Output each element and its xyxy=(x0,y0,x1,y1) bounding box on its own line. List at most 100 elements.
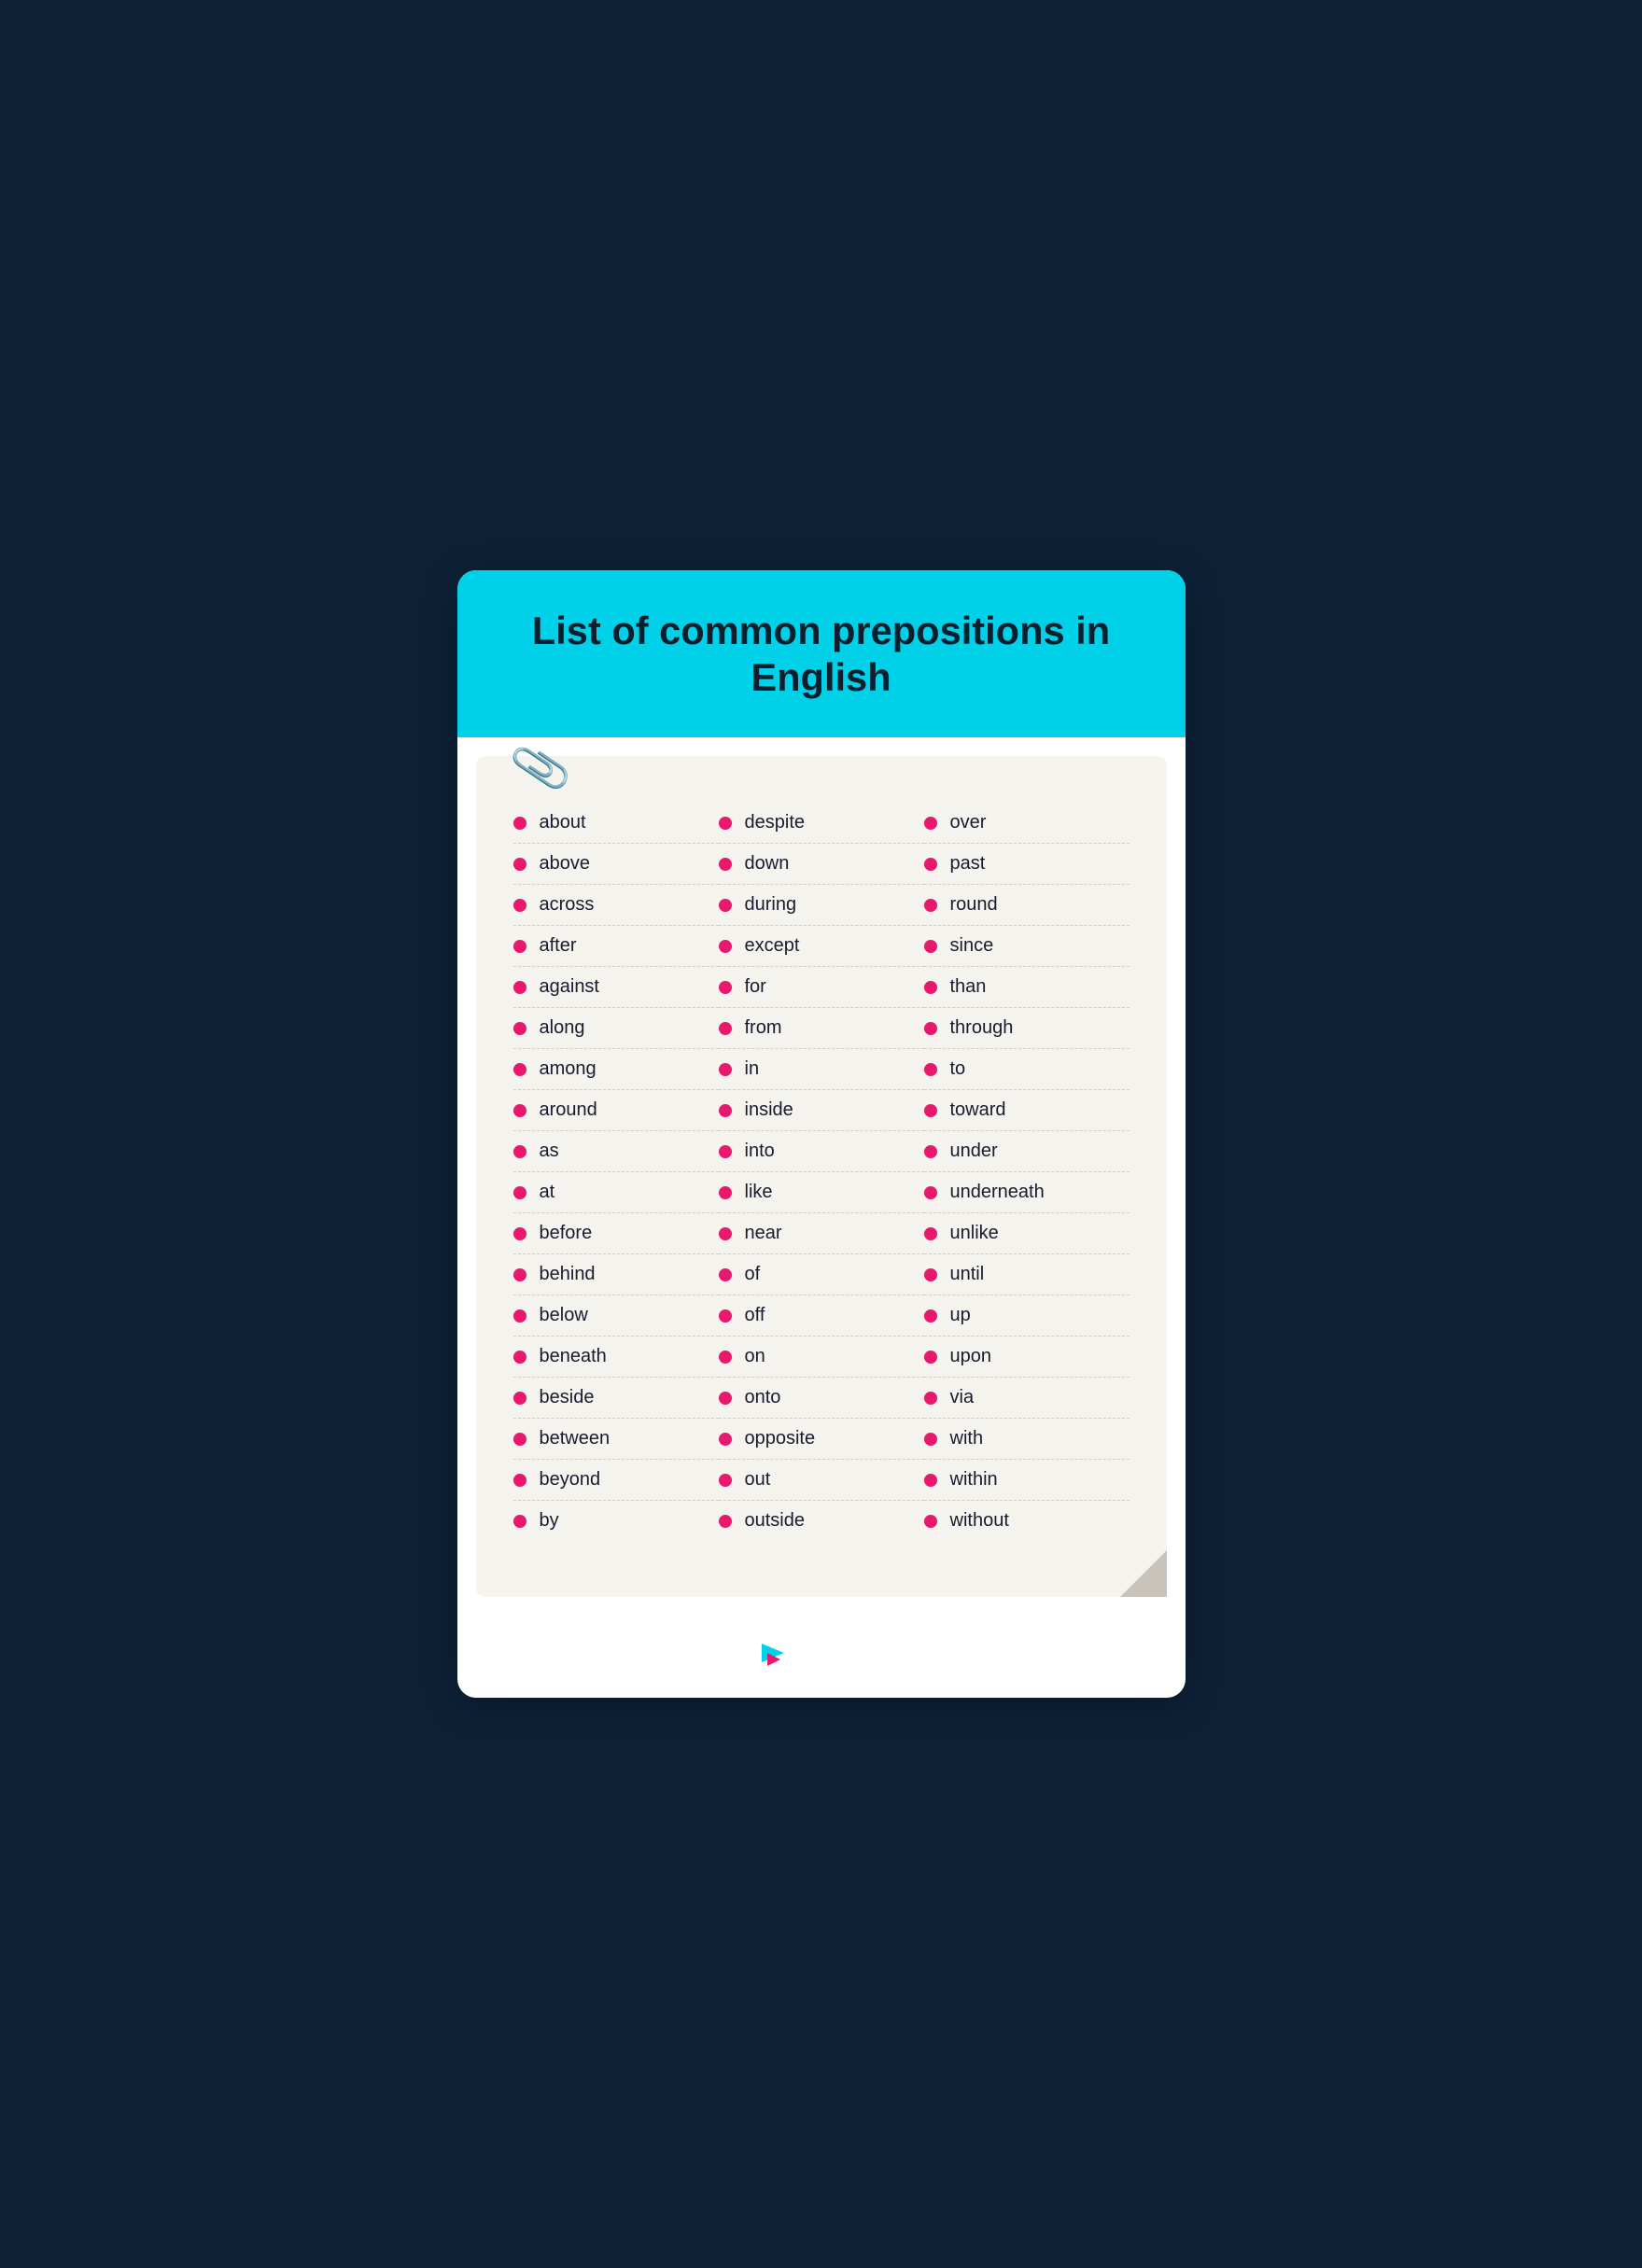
list-item: down xyxy=(719,844,924,885)
list-item: despite xyxy=(719,803,924,844)
bullet-icon xyxy=(513,981,526,994)
list-item: in xyxy=(719,1049,924,1090)
paperclip-icon: 📎 xyxy=(508,740,573,798)
list-item: after xyxy=(513,926,719,967)
bullet-icon xyxy=(924,1063,937,1076)
bullet-icon xyxy=(513,1392,526,1405)
preposition-word: with xyxy=(950,1428,984,1449)
bullet-icon xyxy=(513,899,526,912)
preposition-word: against xyxy=(540,976,600,998)
preposition-word: until xyxy=(950,1264,985,1285)
preposition-word: into xyxy=(745,1141,775,1162)
bullet-icon xyxy=(924,1474,937,1487)
bullet-icon xyxy=(513,940,526,953)
preposition-word: via xyxy=(950,1387,975,1408)
bullet-icon xyxy=(719,1351,732,1364)
preposition-word: under xyxy=(950,1141,998,1162)
bullet-icon xyxy=(513,1309,526,1323)
bullet-icon xyxy=(719,940,732,953)
list-item: under xyxy=(924,1131,1130,1172)
preposition-word: toward xyxy=(950,1099,1006,1121)
bullet-icon xyxy=(924,817,937,830)
card-header: List of common prepositions in English xyxy=(457,570,1186,738)
preposition-word: between xyxy=(540,1428,610,1449)
preply-logo-icon xyxy=(758,1638,792,1672)
list-item: against xyxy=(513,967,719,1008)
column-2: despitedownduringexceptforfromininsidein… xyxy=(719,803,924,1541)
bullet-icon xyxy=(513,1515,526,1528)
bullet-icon xyxy=(719,1186,732,1199)
preposition-word: past xyxy=(950,853,986,875)
preposition-word: after xyxy=(540,935,577,957)
bullet-icon xyxy=(513,817,526,830)
preposition-word: through xyxy=(950,1017,1014,1039)
preposition-word: around xyxy=(540,1099,597,1121)
list-item: before xyxy=(513,1213,719,1254)
preposition-word: like xyxy=(745,1182,773,1203)
bullet-icon xyxy=(719,899,732,912)
column-1: aboutaboveacrossafteragainstalongamongar… xyxy=(513,803,719,1541)
preposition-word: below xyxy=(540,1305,588,1326)
preposition-word: by xyxy=(540,1510,559,1532)
preposition-word: without xyxy=(950,1510,1009,1532)
bullet-icon xyxy=(719,1309,732,1323)
preposition-word: beside xyxy=(540,1387,595,1408)
list-item: across xyxy=(513,885,719,926)
preposition-word: about xyxy=(540,812,586,833)
list-item: between xyxy=(513,1419,719,1460)
bullet-icon xyxy=(513,858,526,871)
list-item: within xyxy=(924,1460,1130,1501)
list-item: outside xyxy=(719,1501,924,1541)
bullet-icon xyxy=(513,1227,526,1240)
bullet-icon xyxy=(513,1063,526,1076)
list-item: near xyxy=(719,1213,924,1254)
list-item: for xyxy=(719,967,924,1008)
preposition-word: upon xyxy=(950,1346,992,1367)
list-item: into xyxy=(719,1131,924,1172)
list-item: at xyxy=(513,1172,719,1213)
bullet-icon xyxy=(719,1433,732,1446)
preposition-word: down xyxy=(745,853,790,875)
preposition-word: near xyxy=(745,1223,782,1244)
bullet-icon xyxy=(513,1186,526,1199)
list-item: up xyxy=(924,1295,1130,1337)
bullet-icon xyxy=(719,858,732,871)
list-item: without xyxy=(924,1501,1130,1541)
list-item: inside xyxy=(719,1090,924,1131)
list-item: on xyxy=(719,1337,924,1378)
preposition-word: underneath xyxy=(950,1182,1045,1203)
preposition-word: among xyxy=(540,1058,596,1080)
bullet-icon xyxy=(513,1268,526,1281)
list-item: toward xyxy=(924,1090,1130,1131)
preposition-word: unlike xyxy=(950,1223,999,1244)
list-item: about xyxy=(513,803,719,844)
preposition-word: behind xyxy=(540,1264,596,1285)
list-item: except xyxy=(719,926,924,967)
preposition-word: beneath xyxy=(540,1346,607,1367)
preposition-word: out xyxy=(745,1469,771,1491)
preply-logo-text: preply xyxy=(801,1640,884,1671)
list-item: round xyxy=(924,885,1130,926)
bullet-icon xyxy=(924,1227,937,1240)
list-item: during xyxy=(719,885,924,926)
list-item: until xyxy=(924,1254,1130,1295)
preposition-word: above xyxy=(540,853,591,875)
list-item: among xyxy=(513,1049,719,1090)
list-item: like xyxy=(719,1172,924,1213)
preposition-word: since xyxy=(950,935,994,957)
list-item: around xyxy=(513,1090,719,1131)
preposition-word: over xyxy=(950,812,987,833)
bullet-icon xyxy=(513,1022,526,1035)
bullet-icon xyxy=(719,1227,732,1240)
bullet-icon xyxy=(719,817,732,830)
list-item: by xyxy=(513,1501,719,1541)
bullet-icon xyxy=(719,981,732,994)
list-item: over xyxy=(924,803,1130,844)
list-item: through xyxy=(924,1008,1130,1049)
bullet-icon xyxy=(924,981,937,994)
page-title: List of common prepositions in English xyxy=(504,608,1139,701)
column-3: overpastroundsincethanthroughtotowardund… xyxy=(924,803,1130,1541)
list-item: as xyxy=(513,1131,719,1172)
list-item: beneath xyxy=(513,1337,719,1378)
list-item: since xyxy=(924,926,1130,967)
